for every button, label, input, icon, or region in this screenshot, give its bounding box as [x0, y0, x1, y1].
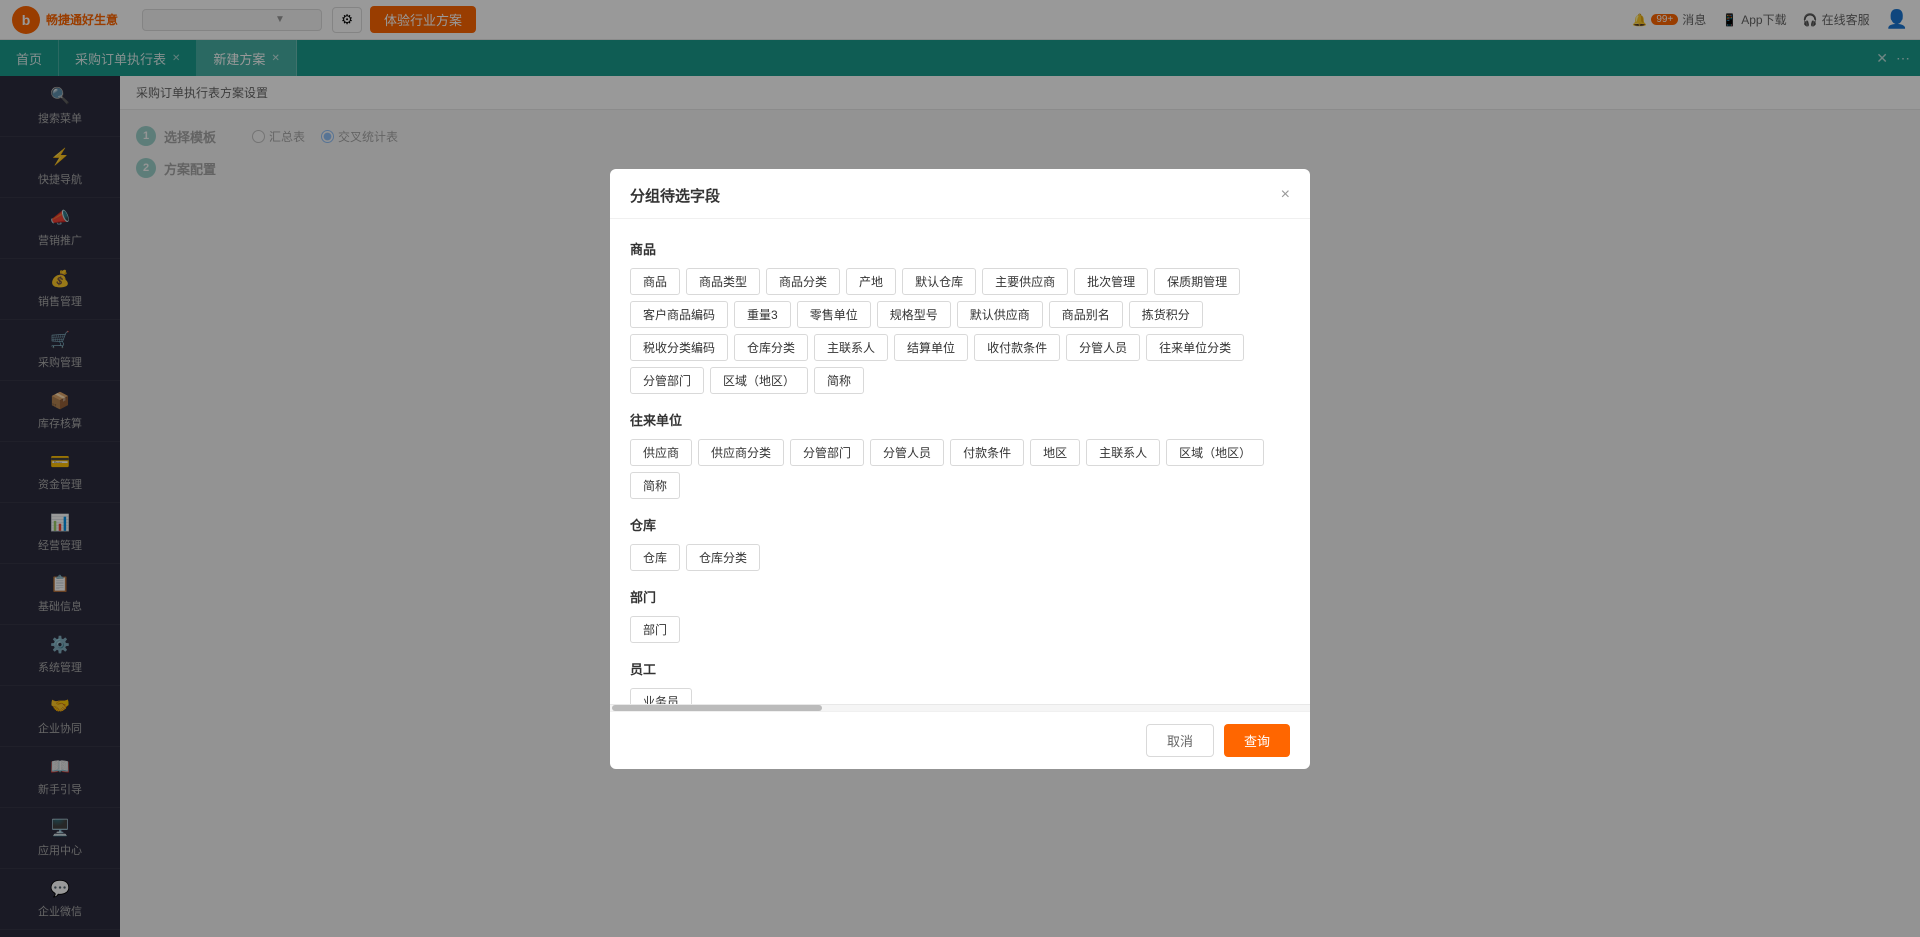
- modal-footer: 取消 查询: [610, 711, 1310, 769]
- confirm-button[interactable]: 查询: [1224, 724, 1290, 757]
- section-title-往来单位: 往来单位: [630, 410, 1290, 429]
- field-tag[interactable]: 部门: [630, 616, 680, 643]
- field-tag[interactable]: 简称: [814, 367, 864, 394]
- field-tag[interactable]: 主要供应商: [982, 268, 1068, 295]
- field-tag[interactable]: 区域（地区）: [1166, 439, 1264, 466]
- field-tag[interactable]: 商品类型: [686, 268, 760, 295]
- field-tags-往来单位: 供应商供应商分类分管部门分管人员付款条件地区主联系人区域（地区） 简称: [630, 439, 1290, 499]
- field-tag[interactable]: 批次管理: [1074, 268, 1148, 295]
- field-tag[interactable]: 零售单位: [797, 301, 871, 328]
- field-tag[interactable]: 简称: [630, 472, 680, 499]
- modal-body: 商品商品商品类型商品分类产地默认仓库主要供应商批次管理保质期管理客户商品编码重量…: [610, 219, 1310, 705]
- field-tag[interactable]: 供应商分类: [698, 439, 784, 466]
- field-tag[interactable]: 分管人员: [870, 439, 944, 466]
- field-tags-部门: 部门: [630, 616, 1290, 643]
- field-tag[interactable]: 主联系人: [814, 334, 888, 361]
- field-tag[interactable]: 结算单位: [894, 334, 968, 361]
- modal-header: 分组待选字段 ×: [610, 169, 1310, 219]
- field-tag[interactable]: 仓库分类: [686, 544, 760, 571]
- section-title-部门: 部门: [630, 587, 1290, 606]
- section-title-仓库: 仓库: [630, 515, 1290, 534]
- field-tag[interactable]: 仓库分类: [734, 334, 808, 361]
- field-tag[interactable]: 付款条件: [950, 439, 1024, 466]
- field-tag[interactable]: 规格型号: [877, 301, 951, 328]
- section-title-员工: 员工: [630, 659, 1290, 678]
- field-tag[interactable]: 默认供应商: [957, 301, 1043, 328]
- field-tag[interactable]: 区域（地区）: [710, 367, 808, 394]
- field-tags-员工: 业务员: [630, 688, 1290, 705]
- field-tag[interactable]: 默认仓库: [902, 268, 976, 295]
- modal-title: 分组待选字段: [630, 185, 720, 206]
- field-tag[interactable]: 税收分类编码: [630, 334, 728, 361]
- modal-horizontal-scrollbar[interactable]: [610, 704, 1310, 710]
- field-tag[interactable]: 往来单位分类: [1146, 334, 1244, 361]
- modal-overlay: 分组待选字段 × 商品商品商品类型商品分类产地默认仓库主要供应商批次管理保质期管…: [0, 0, 1920, 937]
- field-tag[interactable]: 分管部门: [630, 367, 704, 394]
- field-tag[interactable]: 商品分类: [766, 268, 840, 295]
- field-tag[interactable]: 拣货积分: [1129, 301, 1203, 328]
- field-tag[interactable]: 商品别名: [1049, 301, 1123, 328]
- field-tags-仓库: 仓库仓库分类: [630, 544, 1290, 571]
- field-tag[interactable]: 产地: [846, 268, 896, 295]
- field-tag[interactable]: 地区: [1030, 439, 1080, 466]
- section-title-商品: 商品: [630, 239, 1290, 258]
- field-tag[interactable]: 供应商: [630, 439, 692, 466]
- field-tag[interactable]: 商品: [630, 268, 680, 295]
- field-tag[interactable]: 分管部门: [790, 439, 864, 466]
- field-tag[interactable]: 客户商品编码: [630, 301, 728, 328]
- field-tag[interactable]: 收付款条件: [974, 334, 1060, 361]
- field-tags-商品: 商品商品类型商品分类产地默认仓库主要供应商批次管理保质期管理客户商品编码重量3零…: [630, 268, 1290, 394]
- field-tag[interactable]: 分管人员: [1066, 334, 1140, 361]
- cancel-button[interactable]: 取消: [1146, 724, 1214, 757]
- field-tag[interactable]: 主联系人: [1086, 439, 1160, 466]
- field-tag[interactable]: 重量3: [734, 301, 791, 328]
- field-selection-modal: 分组待选字段 × 商品商品商品类型商品分类产地默认仓库主要供应商批次管理保质期管…: [610, 169, 1310, 769]
- modal-close-button[interactable]: ×: [1281, 186, 1290, 204]
- field-tag[interactable]: 业务员: [630, 688, 692, 705]
- field-tag[interactable]: 仓库: [630, 544, 680, 571]
- field-tag[interactable]: 保质期管理: [1154, 268, 1240, 295]
